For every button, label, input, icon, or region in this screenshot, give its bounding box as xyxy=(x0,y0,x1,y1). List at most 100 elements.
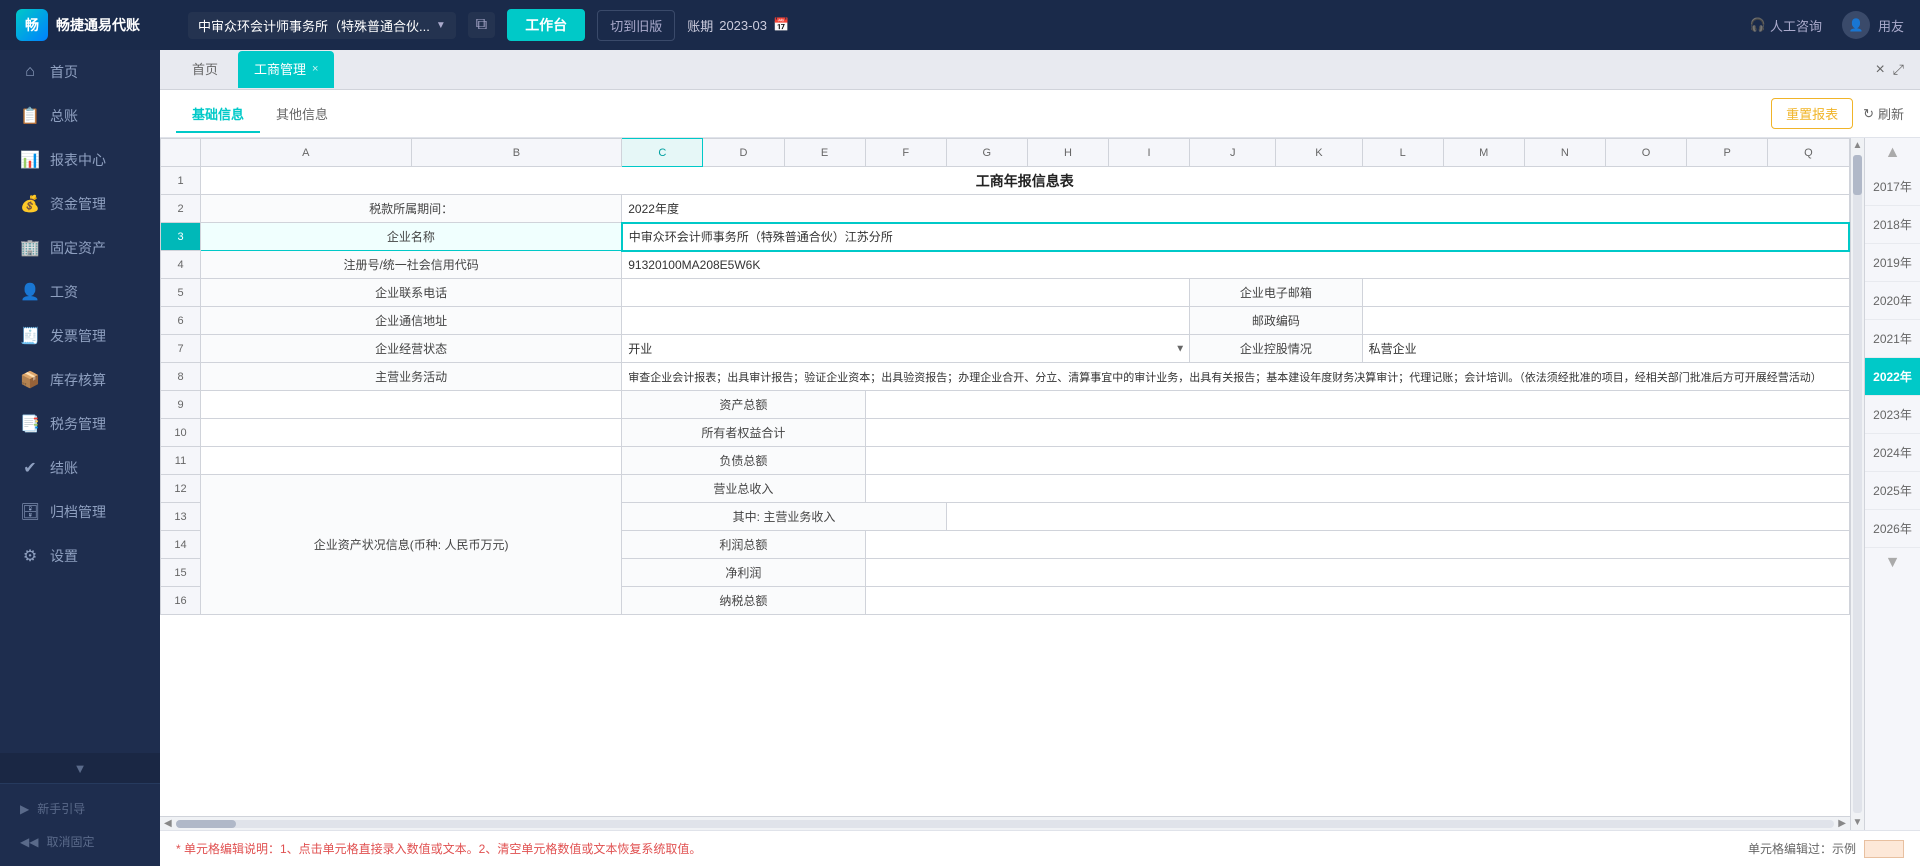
col-corner xyxy=(161,139,201,167)
cell-9-empty xyxy=(201,391,622,419)
cell-5-value1[interactable] xyxy=(622,279,1190,307)
col-G[interactable]: G xyxy=(946,139,1027,167)
year-item-2023[interactable]: 2023年 xyxy=(1865,396,1920,434)
year-item-2021[interactable]: 2021年 xyxy=(1865,320,1920,358)
sidebar-item-home[interactable]: ⌂ 首页 xyxy=(0,50,160,94)
cell-2-value[interactable]: 2022年度 xyxy=(622,195,1849,223)
cell-6-value1[interactable] xyxy=(622,307,1190,335)
company-selector[interactable]: 中审众环会计师事务所（特殊普通合伙... ▼ xyxy=(188,12,456,39)
cell-9-value[interactable] xyxy=(865,391,1849,419)
scroll-left-button[interactable]: ◀ xyxy=(164,818,172,829)
col-A[interactable]: A xyxy=(201,139,412,167)
scroll-thumb[interactable] xyxy=(176,820,236,828)
switch-version-button[interactable]: 切到旧版 xyxy=(597,10,675,41)
col-F[interactable]: F xyxy=(865,139,946,167)
cell-5-label1: 企业联系电话 xyxy=(201,279,622,307)
year-item-2022[interactable]: 2022年 xyxy=(1865,358,1920,396)
sidebar-item-tax[interactable]: 📑 税务管理 xyxy=(0,402,160,446)
sidebar-item-invoice[interactable]: 🧾 发票管理 xyxy=(0,314,160,358)
year-item-2025[interactable]: 2025年 xyxy=(1865,472,1920,510)
cell-5-label2: 企业电子邮箱 xyxy=(1190,279,1362,307)
close-window-button[interactable]: × xyxy=(1875,61,1884,79)
year-panel-down[interactable]: ▼ xyxy=(1865,548,1920,578)
col-K[interactable]: K xyxy=(1276,139,1362,167)
cell-13-value[interactable] xyxy=(946,503,1849,531)
col-B[interactable]: B xyxy=(411,139,622,167)
user-area[interactable]: 👤 用友 xyxy=(1842,11,1904,39)
v-scroll-thumb[interactable] xyxy=(1853,155,1862,195)
cell-5-value2[interactable] xyxy=(1362,279,1849,307)
close-tab-icon[interactable]: × xyxy=(312,63,318,75)
sidebar-item-funds[interactable]: 💰 资金管理 xyxy=(0,182,160,226)
sidebar-item-inventory[interactable]: 📦 库存核算 xyxy=(0,358,160,402)
v-scroll-track[interactable] xyxy=(1853,155,1862,813)
calendar-icon[interactable]: 📅 xyxy=(773,17,789,33)
col-E[interactable]: E xyxy=(784,139,865,167)
expand-window-button[interactable]: ⤢ xyxy=(1893,61,1904,79)
tab-home[interactable]: 首页 xyxy=(176,51,234,88)
col-L[interactable]: L xyxy=(1362,139,1443,167)
year-item-2020[interactable]: 2020年 xyxy=(1865,282,1920,320)
col-P[interactable]: P xyxy=(1687,139,1768,167)
sidebar-item-ledger[interactable]: 📋 总账 xyxy=(0,94,160,138)
sidebar-item-reports[interactable]: 📊 报表中心 xyxy=(0,138,160,182)
col-I[interactable]: I xyxy=(1109,139,1190,167)
year-item-2026[interactable]: 2026年 xyxy=(1865,510,1920,548)
cell-title[interactable]: 工商年报信息表 xyxy=(201,167,1850,195)
year-item-2018[interactable]: 2018年 xyxy=(1865,206,1920,244)
tab-business[interactable]: 工商管理 × xyxy=(238,51,334,88)
sub-tab-other[interactable]: 其他信息 xyxy=(260,96,344,133)
vertical-scrollbar[interactable]: ▲ ▼ xyxy=(1850,138,1864,830)
col-H[interactable]: H xyxy=(1027,139,1108,167)
col-O[interactable]: O xyxy=(1605,139,1686,167)
reset-report-button[interactable]: 重置报表 xyxy=(1771,98,1853,129)
cell-10-value[interactable] xyxy=(865,419,1849,447)
scroll-track[interactable] xyxy=(176,820,1835,828)
sidebar-item-guide[interactable]: ▶ 新手引导 xyxy=(0,792,160,825)
cell-7-value2[interactable]: 私营企业 xyxy=(1362,335,1849,363)
sidebar-item-payroll[interactable]: 👤 工资 xyxy=(0,270,160,314)
sidebar-item-settings[interactable]: ⚙ 设置 xyxy=(0,534,160,578)
sub-tab-basic[interactable]: 基础信息 xyxy=(176,96,260,133)
year-item-2019[interactable]: 2019年 xyxy=(1865,244,1920,282)
cell-14-value[interactable] xyxy=(865,531,1849,559)
cell-11-value[interactable] xyxy=(865,447,1849,475)
sidebar-item-closing[interactable]: ✔ 结账 xyxy=(0,446,160,490)
cell-7-value1[interactable]: 开业 ▼ xyxy=(622,335,1190,363)
workbench-button[interactable]: 工作台 xyxy=(507,9,585,41)
year-item-2024[interactable]: 2024年 xyxy=(1865,434,1920,472)
sidebar-scroll-down[interactable]: ▼ xyxy=(0,753,160,783)
sidebar-item-label: 税务管理 xyxy=(50,414,106,434)
scroll-up-button[interactable]: ▲ xyxy=(1851,138,1864,153)
col-Q[interactable]: Q xyxy=(1768,139,1849,167)
cell-15-value[interactable] xyxy=(865,559,1849,587)
col-D[interactable]: D xyxy=(703,139,784,167)
copy-button[interactable]: ⧉ xyxy=(468,12,495,38)
col-J[interactable]: J xyxy=(1190,139,1276,167)
sidebar-item-archive[interactable]: 🗄 归档管理 xyxy=(0,490,160,534)
table-row: 2 税款所属期间： 2022年度 xyxy=(161,195,1850,223)
refresh-button[interactable]: ↻ 刷新 xyxy=(1863,104,1904,123)
col-N[interactable]: N xyxy=(1524,139,1605,167)
scroll-right-button[interactable]: ▶ xyxy=(1838,818,1846,829)
cell-15-label: 净利润 xyxy=(622,559,865,587)
sidebar-item-assets[interactable]: 🏢 固定资产 xyxy=(0,226,160,270)
row-num-15: 15 xyxy=(161,559,201,587)
year-panel-up[interactable]: ▲ xyxy=(1865,138,1920,168)
sidebar-item-unpin[interactable]: ◀◀ 取消固定 xyxy=(0,825,160,858)
cell-4-value[interactable]: 91320100MA208E5W6K xyxy=(622,251,1849,279)
cell-16-value[interactable] xyxy=(865,587,1849,615)
spreadsheet-container[interactable]: A B C D E F G H I J xyxy=(160,138,1850,816)
home-tab-label: 首页 xyxy=(192,59,218,78)
cell-8-value[interactable]: 审查企业会计报表；出具审计报告；验证企业资本；出具验资报告；办理企业合开、分立、… xyxy=(622,363,1849,391)
scroll-down-button[interactable]: ▼ xyxy=(1851,815,1864,830)
cell-6-value2[interactable] xyxy=(1362,307,1849,335)
col-C[interactable]: C xyxy=(622,139,703,167)
row-num-2: 2 xyxy=(161,195,201,223)
support-button[interactable]: 🎧 人工咨询 xyxy=(1750,16,1822,35)
cell-12-value[interactable] xyxy=(865,475,1849,503)
col-M[interactable]: M xyxy=(1443,139,1524,167)
horizontal-scrollbar[interactable]: ◀ ▶ xyxy=(160,816,1850,830)
cell-3-value[interactable]: 中审众环会计师事务所（特殊普通合伙）江苏分所 xyxy=(622,223,1849,251)
year-item-2017[interactable]: 2017年 xyxy=(1865,168,1920,206)
